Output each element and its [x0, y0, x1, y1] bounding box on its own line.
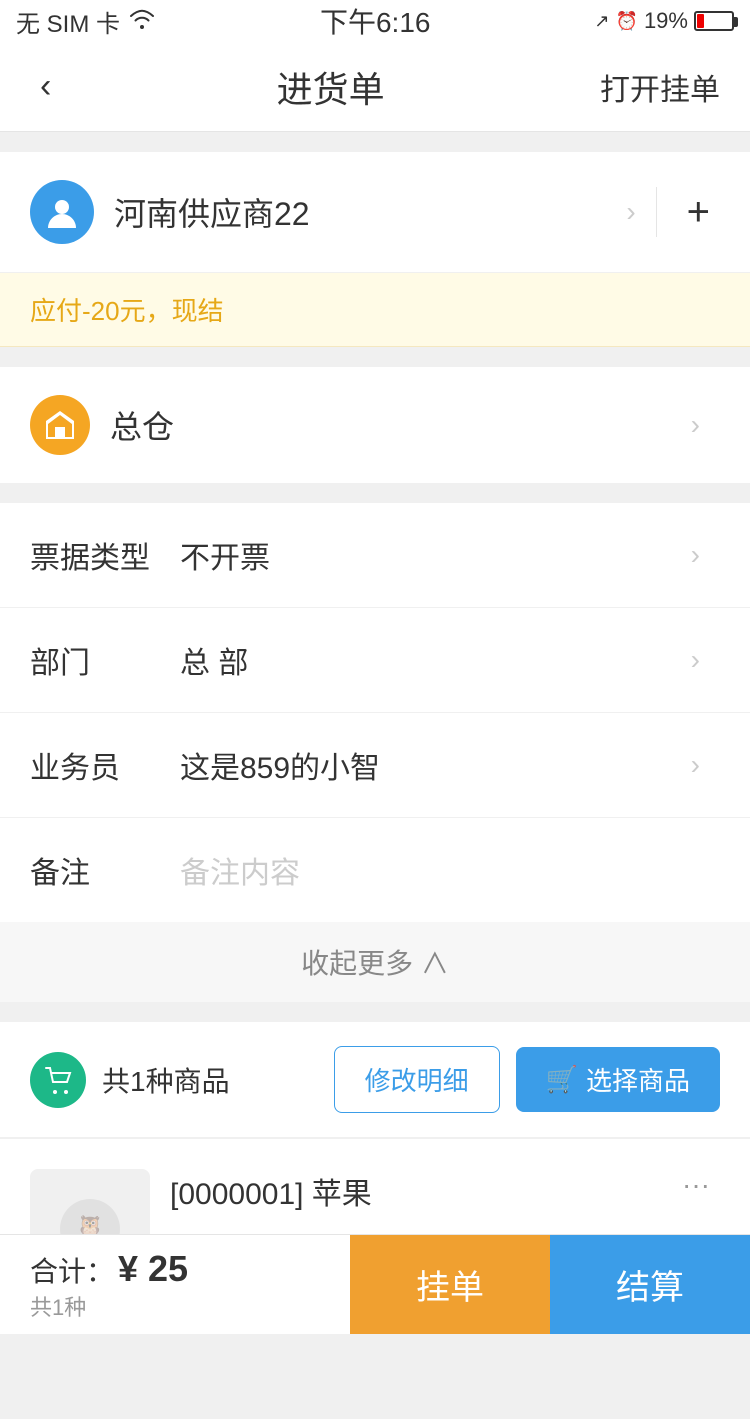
- product-name: [0000001] 苹果: [170, 1169, 672, 1213]
- divider: [656, 187, 657, 237]
- gap-3: [0, 483, 750, 503]
- warehouse-icon: [30, 395, 90, 455]
- total-sub: 共1种: [30, 1290, 320, 1322]
- total-section: 合计： ¥ 25 共1种: [0, 1235, 350, 1334]
- warehouse-card[interactable]: 总仓 ›: [0, 367, 750, 483]
- hold-button[interactable]: 挂单: [350, 1235, 550, 1334]
- status-left: 无 SIM 卡: [16, 4, 156, 39]
- back-button[interactable]: ‹: [30, 57, 61, 116]
- status-bar: 无 SIM 卡 下午6:16 ↗ ⏰ 19%: [0, 0, 750, 42]
- salesman-label: 业务员: [30, 743, 150, 787]
- cart-icon: 🛒: [546, 1064, 578, 1095]
- ticket-type-row[interactable]: 票据类型 不开票 ›: [0, 503, 750, 608]
- supplier-card: 河南供应商22 › + 应付-20元，现结: [0, 152, 750, 347]
- collapse-label: 收起更多 ∧: [301, 942, 449, 982]
- gap-4: [0, 1002, 750, 1022]
- ticket-chevron-icon: ›: [691, 539, 700, 571]
- warehouse-chevron-icon: ›: [691, 409, 700, 441]
- more-button[interactable]: ···: [672, 1169, 720, 1201]
- status-time: 下午6:16: [320, 1, 431, 41]
- department-row[interactable]: 部门 总 部 ›: [0, 608, 750, 713]
- add-button[interactable]: +: [677, 190, 720, 235]
- product-header: 共1种商品 修改明细 🛒 选择商品: [0, 1022, 750, 1138]
- carrier-text: 无 SIM 卡: [16, 4, 120, 39]
- gap-2: [0, 347, 750, 367]
- open-hold-button[interactable]: 打开挂单: [600, 65, 720, 109]
- supplier-chevron-icon: ›: [626, 196, 635, 228]
- wifi-icon: [128, 7, 156, 36]
- remark-row[interactable]: 备注 备注内容: [0, 818, 750, 922]
- total-label: 合计：: [30, 1250, 114, 1290]
- ticket-type-label: 票据类型: [30, 533, 150, 577]
- battery-icon: [694, 11, 734, 31]
- gap-1: [0, 132, 750, 152]
- battery-text: 19%: [644, 8, 688, 34]
- department-value: 总 部: [150, 638, 691, 682]
- product-code: [0000001]: [170, 1178, 312, 1211]
- department-chevron-icon: ›: [691, 644, 700, 676]
- total-amount: ¥ 25: [118, 1248, 188, 1290]
- checkout-button[interactable]: 结算: [550, 1235, 750, 1334]
- warehouse-name: 总仓: [110, 402, 691, 448]
- select-product-label: 选择商品: [586, 1061, 690, 1098]
- nav-bar: ‹ 进货单 打开挂单: [0, 42, 750, 132]
- product-count-icon: [30, 1052, 86, 1108]
- alarm-icon: ⏰: [616, 11, 638, 32]
- ticket-type-value: 不开票: [150, 533, 691, 577]
- bottom-bar: 合计： ¥ 25 共1种 挂单 结算: [0, 1234, 750, 1334]
- location-icon: ↗: [594, 11, 609, 32]
- department-label: 部门: [30, 638, 150, 682]
- collapse-button[interactable]: 收起更多 ∧: [0, 922, 750, 1002]
- warehouse-row[interactable]: 总仓 ›: [0, 367, 750, 483]
- supplier-row[interactable]: 河南供应商22 › +: [0, 152, 750, 273]
- remark-label: 备注: [30, 848, 150, 892]
- salesman-chevron-icon: ›: [691, 749, 700, 781]
- form-section: 票据类型 不开票 › 部门 总 部 › 业务员 这是859的小智 › 备注 备注…: [0, 503, 750, 922]
- edit-detail-button[interactable]: 修改明细: [334, 1046, 500, 1113]
- product-title: 苹果: [312, 1178, 372, 1211]
- supplier-name: 河南供应商22: [114, 189, 626, 235]
- supplier-notice: 应付-20元，现结: [0, 273, 750, 347]
- select-product-button[interactable]: 🛒 选择商品: [516, 1047, 720, 1112]
- salesman-value: 这是859的小智: [150, 743, 691, 787]
- salesman-row[interactable]: 业务员 这是859的小智 ›: [0, 713, 750, 818]
- product-count-text: 共1种商品: [102, 1060, 334, 1100]
- remark-placeholder[interactable]: 备注内容: [150, 848, 720, 892]
- bottom-spacer: [0, 1319, 750, 1419]
- supplier-avatar: [30, 180, 94, 244]
- page-title: 进货单: [277, 61, 385, 113]
- status-right: ↗ ⏰ 19%: [594, 8, 734, 34]
